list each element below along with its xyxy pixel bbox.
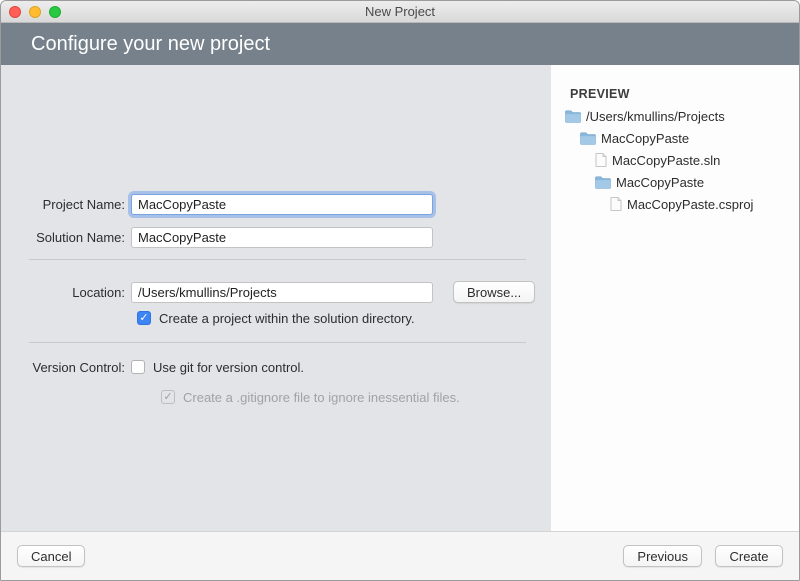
previous-button[interactable]: Previous xyxy=(623,545,702,567)
tree-item[interactable]: /Users/kmullins/Projects xyxy=(551,105,799,127)
page-title: Configure your new project xyxy=(1,33,270,56)
cancel-button[interactable]: Cancel xyxy=(17,545,85,567)
file-icon xyxy=(610,197,622,211)
preview-tree: /Users/kmullins/Projects MacCopyPaste Ma… xyxy=(551,105,799,215)
folder-icon xyxy=(565,110,581,123)
preview-title: PREVIEW xyxy=(570,87,630,101)
create-within-solution-checkbox[interactable] xyxy=(137,311,151,325)
project-name-row: Project Name: xyxy=(1,193,433,215)
version-control-label: Version Control: xyxy=(1,360,131,375)
location-label: Location: xyxy=(1,285,131,300)
tree-item[interactable]: MacCopyPaste xyxy=(551,171,799,193)
project-name-input[interactable] xyxy=(131,194,433,215)
use-git-label: Use git for version control. xyxy=(153,360,304,375)
tree-item-label: /Users/kmullins/Projects xyxy=(586,109,725,124)
solution-name-label: Solution Name: xyxy=(1,230,131,245)
form-area: Project Name: Solution Name: Location: B… xyxy=(1,65,551,531)
gitignore-label: Create a .gitignore file to ignore iness… xyxy=(183,390,460,405)
gitignore-checkbox xyxy=(161,390,175,404)
tree-item-label: MacCopyPaste.csproj xyxy=(627,197,753,212)
create-within-solution-label: Create a project within the solution dir… xyxy=(159,311,415,326)
location-row: Location: Browse... xyxy=(1,281,535,303)
header-banner: Configure your new project xyxy=(1,23,799,65)
tree-item-label: MacCopyPaste xyxy=(616,175,704,190)
folder-icon xyxy=(580,132,596,145)
content: Project Name: Solution Name: Location: B… xyxy=(1,65,799,531)
solution-name-input[interactable] xyxy=(131,227,433,248)
divider xyxy=(29,259,526,260)
window-title: New Project xyxy=(1,1,799,23)
location-input[interactable] xyxy=(131,282,433,303)
gitignore-row: Create a .gitignore file to ignore iness… xyxy=(161,386,460,408)
new-project-window: New Project Configure your new project P… xyxy=(0,0,800,581)
tree-item-label: MacCopyPaste xyxy=(601,131,689,146)
version-control-row: Version Control: Use git for version con… xyxy=(1,356,304,378)
project-name-label: Project Name: xyxy=(1,197,131,212)
footer-bar: Cancel Previous Create xyxy=(1,531,799,580)
tree-item[interactable]: MacCopyPaste.csproj xyxy=(551,193,799,215)
preview-panel: PREVIEW /Users/kmullins/Projects MacCopy… xyxy=(551,65,799,531)
titlebar: New Project xyxy=(1,1,799,23)
folder-icon xyxy=(595,176,611,189)
tree-item-label: MacCopyPaste.sln xyxy=(612,153,720,168)
browse-button[interactable]: Browse... xyxy=(453,281,535,303)
divider xyxy=(29,342,526,343)
solution-name-row: Solution Name: xyxy=(1,226,433,248)
tree-item[interactable]: MacCopyPaste.sln xyxy=(551,149,799,171)
create-button[interactable]: Create xyxy=(715,545,783,567)
use-git-checkbox[interactable] xyxy=(131,360,145,374)
tree-item[interactable]: MacCopyPaste xyxy=(551,127,799,149)
create-within-solution-row: Create a project within the solution dir… xyxy=(137,307,415,329)
file-icon xyxy=(595,153,607,167)
